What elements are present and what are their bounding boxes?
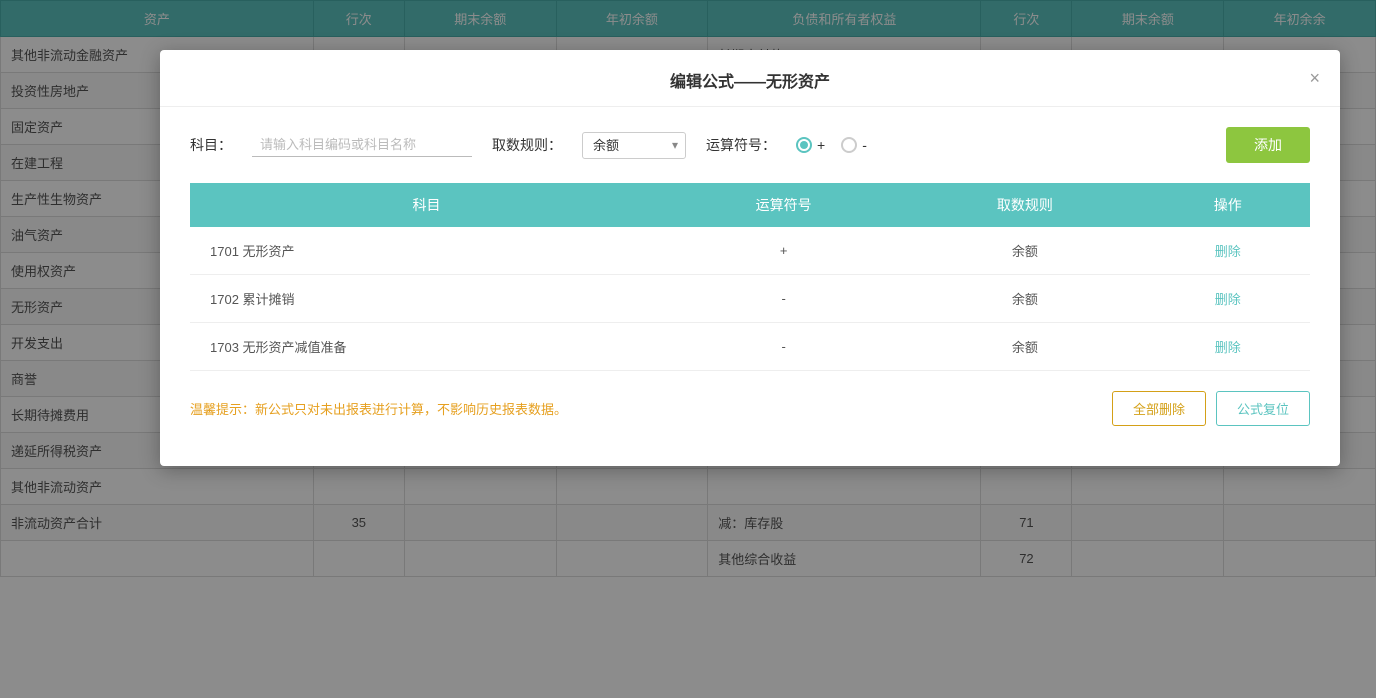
formula-action: 删除 — [1145, 227, 1310, 275]
formula-subject: 1702 累计摊销 — [190, 275, 663, 323]
rule-select-wrapper: 余额 借方发生额 贷方发生额 期初余额 — [582, 132, 686, 159]
formula-subject: 1703 无形资产减值准备 — [190, 323, 663, 371]
delete-all-button[interactable]: 全部删除 — [1112, 391, 1206, 426]
formula-row: 1703 无形资产减值准备 - 余额 删除 — [190, 323, 1310, 371]
footer-hint: 温馨提示：新公式只对未出报表进行计算，不影响历史报表数据。 — [190, 399, 567, 418]
subject-input[interactable] — [252, 133, 472, 157]
delete-row-button[interactable]: 删除 — [1215, 244, 1241, 259]
th-rule: 取数规则 — [904, 183, 1145, 227]
formula-operator: + — [663, 227, 904, 275]
footer-buttons: 全部删除 公式复位 — [1112, 391, 1310, 426]
modal-title: 编辑公式——无形资产 — [670, 68, 830, 92]
operator-minus-label: - — [862, 137, 867, 153]
formula-operator: - — [663, 323, 904, 371]
rule-select[interactable]: 余额 借方发生额 贷方发生额 期初余额 — [582, 132, 686, 159]
formula-rule: 余额 — [904, 275, 1145, 323]
operator-label: 运算符号： — [706, 135, 776, 155]
th-subject: 科目 — [190, 183, 663, 227]
modal-footer: 温馨提示：新公式只对未出报表进行计算，不影响历史报表数据。 全部删除 公式复位 — [160, 371, 1340, 436]
operator-minus-radio[interactable]: - — [841, 137, 867, 153]
reset-formula-button[interactable]: 公式复位 — [1216, 391, 1310, 426]
radio-circle-plus — [796, 137, 812, 153]
radio-circle-minus — [841, 137, 857, 153]
formula-rule: 余额 — [904, 323, 1145, 371]
formula-table-wrapper: 科目 运算符号 取数规则 操作 1701 无形资产 + 余额 删除 1702 累… — [190, 183, 1310, 371]
rule-label: 取数规则： — [492, 135, 562, 155]
operator-plus-label: + — [817, 137, 825, 153]
th-operator: 运算符号 — [663, 183, 904, 227]
form-row: 科目： 取数规则： 余额 借方发生额 贷方发生额 期初余额 运算符号： + - … — [160, 107, 1340, 183]
table-header-row: 科目 运算符号 取数规则 操作 — [190, 183, 1310, 227]
th-action: 操作 — [1145, 183, 1310, 227]
delete-row-button[interactable]: 删除 — [1215, 292, 1241, 307]
operator-plus-radio[interactable]: + — [796, 137, 825, 153]
delete-row-button[interactable]: 删除 — [1215, 340, 1241, 355]
close-button[interactable]: × — [1309, 69, 1320, 87]
operator-radio-group: + - — [796, 137, 867, 153]
edit-formula-modal: 编辑公式——无形资产 × 科目： 取数规则： 余额 借方发生额 贷方发生额 期初… — [160, 50, 1340, 466]
formula-table: 科目 运算符号 取数规则 操作 1701 无形资产 + 余额 删除 1702 累… — [190, 183, 1310, 371]
formula-operator: - — [663, 275, 904, 323]
formula-row: 1701 无形资产 + 余额 删除 — [190, 227, 1310, 275]
subject-label: 科目： — [190, 135, 232, 155]
formula-action: 删除 — [1145, 323, 1310, 371]
formula-rule: 余额 — [904, 227, 1145, 275]
add-button[interactable]: 添加 — [1226, 127, 1310, 163]
modal-header: 编辑公式——无形资产 × — [160, 50, 1340, 107]
formula-subject: 1701 无形资产 — [190, 227, 663, 275]
formula-action: 删除 — [1145, 275, 1310, 323]
formula-row: 1702 累计摊销 - 余额 删除 — [190, 275, 1310, 323]
